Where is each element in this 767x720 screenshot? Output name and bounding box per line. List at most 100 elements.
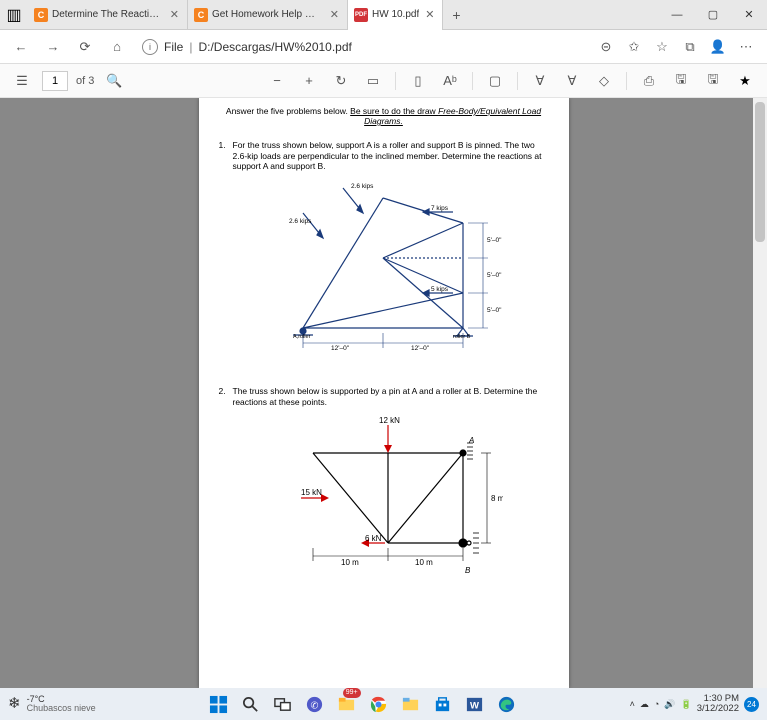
wifi-icon[interactable]: ◔ bbox=[654, 699, 659, 709]
svg-text:12 kN: 12 kN bbox=[379, 416, 400, 425]
svg-text:7 kips: 7 kips bbox=[431, 205, 449, 212]
pdf-viewport: Answer the five problems below. Be sure … bbox=[0, 98, 767, 688]
contents-icon[interactable]: ☰ bbox=[10, 69, 34, 93]
edge-icon[interactable] bbox=[492, 691, 522, 717]
refresh-button[interactable]: ⟳ bbox=[72, 34, 98, 60]
svg-text:10 m: 10 m bbox=[341, 558, 359, 567]
date-label: 3/12/2022 bbox=[697, 704, 739, 714]
pdf-search-icon[interactable]: 🔍 bbox=[102, 69, 126, 93]
tab-label: Determine The Reaction At A An bbox=[52, 9, 164, 20]
zoom-indicator-icon[interactable]: ⊝ bbox=[593, 34, 619, 60]
forward-button[interactable]: → bbox=[40, 34, 66, 60]
svg-text:roller B: roller B bbox=[453, 334, 471, 340]
search-taskbar-icon[interactable] bbox=[236, 691, 266, 717]
favorites-icon[interactable]: ☆ bbox=[649, 34, 675, 60]
svg-text:A: A bbox=[468, 436, 474, 445]
tab-label: Get Homework Help With Cheg bbox=[212, 9, 324, 20]
system-tray: ˄ ☁ ◔ 🔊 🔋 1:30 PM 3/12/2022 24 bbox=[630, 694, 759, 714]
address-bar[interactable]: i File | D:/Descargas/HW%2010.pdf bbox=[136, 39, 587, 55]
tab-close-icon[interactable]: ✕ bbox=[328, 8, 341, 21]
chrome-icon[interactable] bbox=[364, 691, 394, 717]
svg-text:B: B bbox=[465, 566, 471, 575]
zoom-in-button[interactable]: + bbox=[297, 69, 321, 93]
favicon-pdf-icon: PDF bbox=[354, 8, 368, 22]
print-button[interactable]: ⎙ bbox=[637, 69, 661, 93]
tab-chegg-1[interactable]: C Determine The Reaction At A An ✕ bbox=[28, 0, 188, 30]
pdf-toolbar: ☰ of 3 🔍 − + ↻ ▭ ▯ Aᵇ ▢ ∀ ∀ ◇ ⎙ 🖫 🖫 ★ bbox=[0, 64, 767, 98]
vertical-scrollbar[interactable] bbox=[753, 98, 767, 688]
profile-icon[interactable]: 👤 bbox=[705, 34, 731, 60]
pin-toolbar-button[interactable]: ★ bbox=[733, 69, 757, 93]
tab-actions-icon[interactable]: ▥ bbox=[0, 0, 28, 30]
svg-text:12'–0": 12'–0" bbox=[331, 345, 350, 352]
word-icon[interactable]: W bbox=[460, 691, 490, 717]
fit-page-button[interactable]: ▭ bbox=[361, 69, 385, 93]
tab-close-icon[interactable]: ✕ bbox=[423, 8, 436, 21]
svg-text:6 kN: 6 kN bbox=[365, 534, 382, 543]
weather-desc: Chubascos nieve bbox=[27, 704, 96, 713]
page-count-label: of 3 bbox=[76, 75, 94, 87]
tab-pdf[interactable]: PDF HW 10.pdf ✕ bbox=[348, 0, 443, 30]
task-view-icon[interactable] bbox=[268, 691, 298, 717]
svg-text:5'–0": 5'–0" bbox=[487, 307, 502, 314]
svg-text:5 kips: 5 kips bbox=[431, 286, 449, 293]
read-aloud-button[interactable]: Aᵇ bbox=[438, 69, 462, 93]
taskbar: ❄ -7°C Chubascos nieve ✆ 99+ W ˄ ☁ ◔ 🔊 🔋… bbox=[0, 688, 767, 720]
title-bar: ▥ C Determine The Reaction At A An ✕ C G… bbox=[0, 0, 767, 30]
draw-button[interactable]: ∀ bbox=[528, 69, 552, 93]
svg-text:8 m: 8 m bbox=[491, 494, 503, 503]
saveas-button[interactable]: 🖫 bbox=[701, 69, 725, 93]
collections-icon[interactable]: ⧉ bbox=[677, 34, 703, 60]
page-number-input[interactable] bbox=[42, 71, 68, 91]
address-bar-row: ← → ⟳ ⌂ i File | D:/Descargas/HW%2010.pd… bbox=[0, 30, 767, 64]
readaloud-icon[interactable]: ✩ bbox=[621, 34, 647, 60]
tab-chegg-2[interactable]: C Get Homework Help With Cheg ✕ bbox=[188, 0, 348, 30]
window-controls: — ▢ ✕ bbox=[659, 0, 767, 30]
maximize-button[interactable]: ▢ bbox=[695, 0, 731, 30]
page-view-button[interactable]: ▯ bbox=[406, 69, 430, 93]
highlight-button[interactable]: ∀ bbox=[560, 69, 584, 93]
address-right-icons: ⊝ ✩ ☆ ⧉ 👤 ⋯ bbox=[593, 34, 759, 60]
taskbar-center: ✆ 99+ W bbox=[100, 691, 626, 717]
explorer-icon[interactable]: 99+ bbox=[332, 691, 362, 717]
store-icon[interactable] bbox=[428, 691, 458, 717]
zoom-out-button[interactable]: − bbox=[265, 69, 289, 93]
problem-number: 2. bbox=[219, 386, 226, 397]
site-info-icon[interactable]: i bbox=[142, 39, 158, 55]
url-scheme: File bbox=[164, 40, 183, 54]
add-text-button[interactable]: ▢ bbox=[483, 69, 507, 93]
rotate-button[interactable]: ↻ bbox=[329, 69, 353, 93]
save-button[interactable]: 🖫 bbox=[669, 69, 693, 93]
svg-text:2.6 kips: 2.6 kips bbox=[351, 183, 374, 190]
onedrive-icon[interactable]: ☁ bbox=[640, 699, 649, 710]
new-tab-button[interactable]: + bbox=[443, 0, 469, 30]
tab-close-icon[interactable]: ✕ bbox=[168, 8, 181, 21]
svg-text:2.6 kips: 2.6 kips bbox=[289, 218, 312, 225]
weather-widget[interactable]: ❄ -7°C Chubascos nieve bbox=[8, 695, 96, 714]
minimize-button[interactable]: — bbox=[659, 0, 695, 30]
battery-icon[interactable]: 🔋 bbox=[681, 699, 692, 710]
tray-overflow-icon[interactable]: ˄ bbox=[630, 699, 635, 709]
more-menu-icon[interactable]: ⋯ bbox=[733, 34, 759, 60]
tab-strip: ▥ C Determine The Reaction At A An ✕ C G… bbox=[0, 0, 659, 30]
weather-icon: ❄ bbox=[8, 696, 21, 712]
volume-icon[interactable]: 🔊 bbox=[664, 699, 675, 710]
back-button[interactable]: ← bbox=[8, 34, 34, 60]
url-path: D:/Descargas/HW%2010.pdf bbox=[198, 40, 351, 54]
svg-text:A,roller: A,roller bbox=[293, 334, 311, 340]
clock[interactable]: 1:30 PM 3/12/2022 bbox=[697, 694, 739, 714]
svg-text:12'–0": 12'–0" bbox=[411, 345, 430, 352]
problem-1: 1. For the truss shown below, support A … bbox=[233, 140, 543, 358]
file-explorer-icon[interactable] bbox=[396, 691, 426, 717]
notifications-badge[interactable]: 24 bbox=[744, 697, 759, 712]
instructions-line: Answer the five problems below. Be sure … bbox=[207, 106, 561, 126]
scroll-thumb[interactable] bbox=[755, 102, 765, 242]
erase-button[interactable]: ◇ bbox=[592, 69, 616, 93]
home-button[interactable]: ⌂ bbox=[104, 34, 130, 60]
overflow-badge: 99+ bbox=[343, 688, 361, 698]
chat-icon[interactable]: ✆ bbox=[300, 691, 330, 717]
svg-text:15 kN: 15 kN bbox=[301, 488, 322, 497]
start-button[interactable] bbox=[204, 691, 234, 717]
svg-text:10 m: 10 m bbox=[415, 558, 433, 567]
close-window-button[interactable]: ✕ bbox=[731, 0, 767, 30]
